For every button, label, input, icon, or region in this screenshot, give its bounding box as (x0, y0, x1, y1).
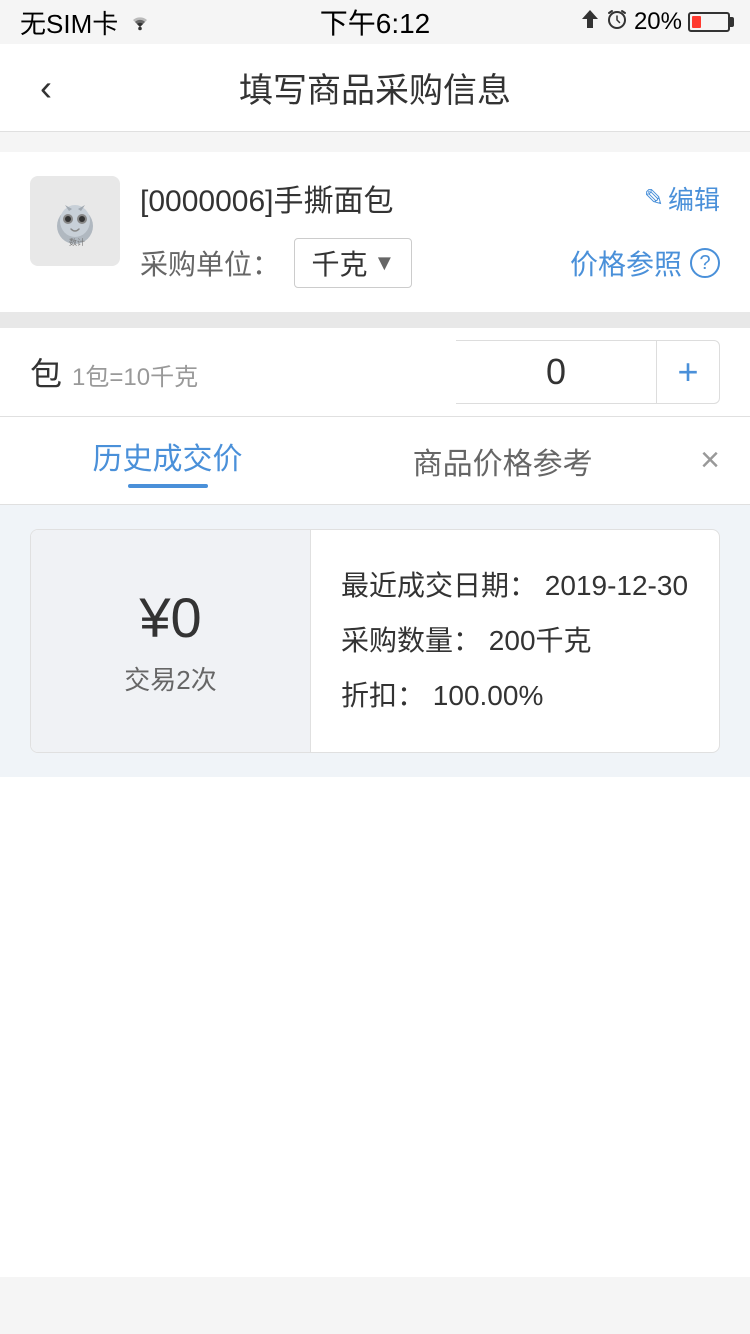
back-button[interactable]: ‹ (30, 57, 62, 119)
product-name: [0000006]手撕面包 (140, 176, 393, 220)
price-amount: ¥0 (139, 585, 201, 650)
price-card: ¥0 交易2次 最近成交日期： 2019-12-30 采购数量： 200千克 折… (30, 529, 720, 753)
price-details: 最近成交日期： 2019-12-30 采购数量： 200千克 折扣： 100.0… (311, 530, 719, 752)
info-icon: ? (690, 248, 720, 278)
empty-content-area (0, 777, 750, 1277)
product-header: 数计 [0000006]手撕面包 ✎ 编辑 采购单位： 千克 ▼ (30, 176, 720, 288)
status-right: 20% (580, 8, 730, 37)
price-history-section: ¥0 交易2次 最近成交日期： 2019-12-30 采购数量： 200千克 折… (0, 505, 750, 777)
quantity-row: 包 1包=10千克 0 + (0, 328, 750, 416)
unit-selector[interactable]: 千克 ▼ (294, 238, 412, 288)
tab-history-price[interactable]: 历史成交价 (0, 417, 335, 505)
battery-icon (688, 12, 730, 32)
page-title: 填写商品采购信息 (239, 63, 511, 112)
edit-icon: ✎ (644, 184, 664, 213)
status-left: 无SIM卡 (20, 4, 154, 41)
alarm-icon (606, 8, 628, 37)
product-thumbnail: 数计 (30, 176, 120, 266)
quantity-input[interactable]: 0 (456, 340, 656, 404)
price-reference-button[interactable]: 价格参照 ? (570, 243, 720, 283)
tabs-row: 历史成交价 商品价格参考 × (0, 417, 750, 505)
transaction-count: 交易2次 (124, 660, 216, 697)
quantity-increment-button[interactable]: + (656, 340, 720, 404)
tab-product-price-ref[interactable]: 商品价格参考 (335, 417, 670, 505)
carrier-text: 无SIM卡 (20, 4, 118, 41)
product-title-row: [0000006]手撕面包 ✎ 编辑 (140, 176, 720, 220)
price-summary: ¥0 交易2次 (31, 530, 311, 752)
quantity-label: 包 1包=10千克 (30, 349, 198, 395)
purchase-unit-row: 采购单位： 千克 ▼ 价格参照 ? (140, 238, 720, 288)
recent-date-row: 最近成交日期： 2019-12-30 (341, 566, 689, 605)
bottom-panel: 历史成交价 商品价格参考 × ¥0 交易2次 最近成交日期： 2019-12-3… (0, 416, 750, 777)
tab-underline (128, 484, 208, 488)
status-time: 下午6:12 (320, 2, 431, 42)
close-panel-button[interactable]: × (670, 441, 750, 480)
product-info: [0000006]手撕面包 ✎ 编辑 采购单位： 千克 ▼ 价格参照 ? (140, 176, 720, 288)
status-bar: 无SIM卡 下午6:12 20% (0, 0, 750, 44)
battery-percent: 20% (634, 8, 682, 36)
nav-bar: ‹ 填写商品采购信息 (0, 44, 750, 132)
unit-label-group: 采购单位： 千克 ▼ (140, 238, 412, 288)
edit-button[interactable]: ✎ 编辑 (644, 180, 720, 217)
svg-text:数计: 数计 (69, 237, 85, 247)
dropdown-arrow-icon: ▼ (373, 250, 395, 276)
stripe-divider (0, 312, 750, 328)
wifi-icon (126, 7, 154, 38)
discount-row: 折扣： 100.00% (341, 676, 689, 715)
product-card: 数计 [0000006]手撕面包 ✎ 编辑 采购单位： 千克 ▼ (0, 152, 750, 312)
quantity-controls: 0 + (456, 340, 720, 404)
location-icon (580, 8, 600, 36)
purchase-qty-row: 采购数量： 200千克 (341, 621, 689, 660)
